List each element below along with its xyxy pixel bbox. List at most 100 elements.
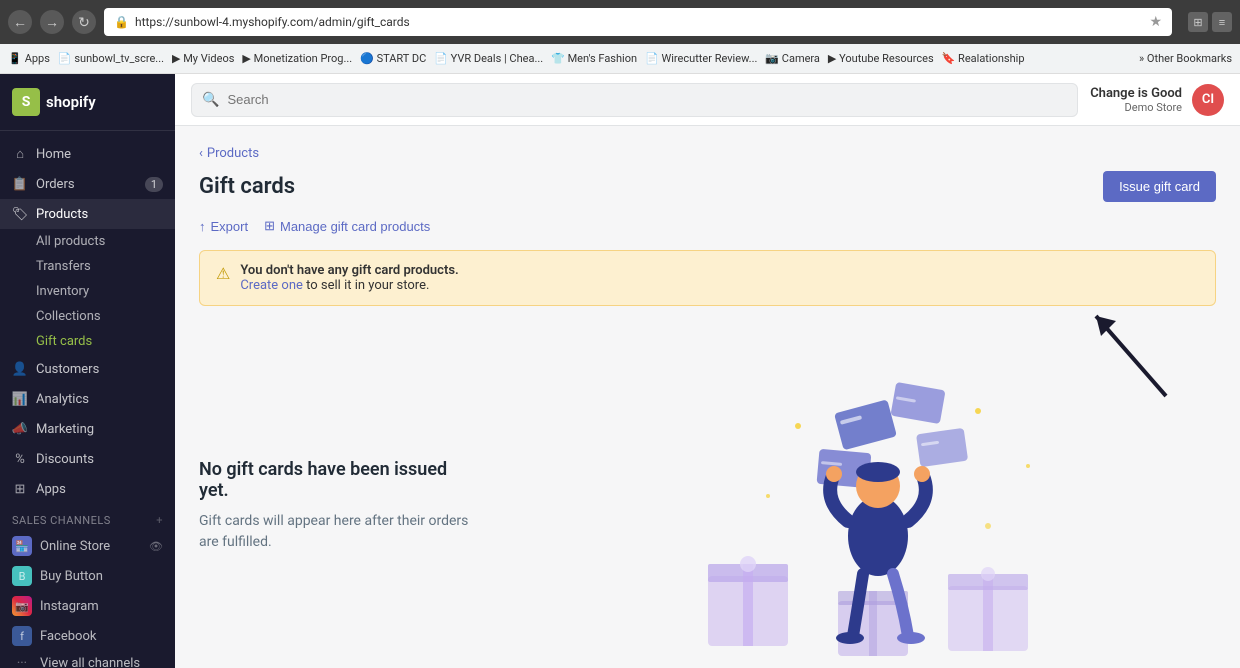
instagram-icon: 📷 (12, 596, 32, 616)
sidebar-item-marketing[interactable]: 📣 Marketing (0, 414, 175, 444)
breadcrumb-arrow: ‹ (199, 146, 203, 161)
sidebar-nav: ⌂ Home 📋 Orders 1 🏷 Products All product… (0, 131, 175, 668)
customers-icon: 👤 (12, 361, 28, 377)
sidebar-item-customers[interactable]: 👤 Customers (0, 354, 175, 384)
bookmark-videos[interactable]: ▶ My Videos (172, 52, 234, 65)
empty-state-description: Gift cards will appear here after their … (199, 511, 479, 553)
browser-chrome: ← → ↻ 🔒 https://sunbowl-4.myshopify.com/… (0, 0, 1240, 44)
sidebar-item-orders[interactable]: 📋 Orders 1 (0, 169, 175, 199)
bookmark-fashion[interactable]: 👕 Men's Fashion (551, 52, 637, 65)
collections-label: Collections (36, 309, 101, 324)
shopify-logo[interactable]: S shopify (12, 88, 96, 116)
alert-message: You don't have any gift card products. (240, 263, 458, 278)
page-title: Gift cards (199, 174, 295, 199)
user-avatar[interactable]: CI (1192, 84, 1224, 116)
empty-state-text: No gift cards have been issued yet. Gift… (199, 459, 479, 553)
sidebar-header: S shopify (0, 74, 175, 131)
sidebar-item-discounts[interactable]: % Discounts (0, 444, 175, 474)
view-all-channels-label: View all channels (40, 656, 140, 668)
channel-buy-button[interactable]: B Buy Button (0, 561, 175, 591)
sidebar-item-marketing-label: Marketing (36, 422, 94, 437)
sidebar-item-analytics[interactable]: 📊 Analytics (0, 384, 175, 414)
alert-banner: ⚠ You don't have any gift card products.… (199, 250, 1216, 306)
buy-button-label: Buy Button (40, 569, 103, 584)
forward-button[interactable]: → (40, 10, 64, 34)
empty-state-illustration (519, 346, 1216, 666)
facebook-icon: f (12, 626, 32, 646)
eye-icon: 👁 (149, 540, 163, 553)
sales-channels-title: SALES CHANNELS (12, 514, 111, 527)
search-icon: 🔍 (202, 92, 219, 108)
sidebar-item-customers-label: Customers (36, 362, 99, 377)
home-icon: ⌂ (12, 146, 28, 162)
bookmark-sunbowl[interactable]: 📄 sunbowl_tv_scre... (58, 52, 164, 65)
sales-channels-section: SALES CHANNELS + (0, 504, 175, 531)
empty-state-title: No gift cards have been issued yet. (199, 459, 479, 501)
channel-instagram[interactable]: 📷 Instagram (0, 591, 175, 621)
export-icon: ↑ (199, 219, 206, 234)
subnav-inventory[interactable]: Inventory (0, 279, 175, 304)
inventory-label: Inventory (36, 284, 89, 299)
bookmark-monetization[interactable]: ▶ Monetization Prog... (242, 52, 352, 65)
online-store-label: Online Store (40, 539, 110, 554)
manage-icon: ⊞ (264, 218, 275, 234)
discounts-icon: % (12, 451, 28, 467)
buy-button-icon: B (12, 566, 32, 586)
back-button[interactable]: ← (8, 10, 32, 34)
sidebar-item-orders-label: Orders (36, 177, 75, 192)
subnav-collections[interactable]: Collections (0, 304, 175, 329)
subnav-gift-cards[interactable]: Gift cards (0, 329, 175, 354)
sidebar-item-home[interactable]: ⌂ Home (0, 139, 175, 169)
refresh-button[interactable]: ↻ (72, 10, 96, 34)
bookmark-youtube[interactable]: ▶ Youtube Resources (828, 52, 934, 65)
export-label: Export (211, 219, 249, 234)
breadcrumb[interactable]: ‹ Products (199, 146, 1216, 161)
toolbar: ↑ Export ⊞ Manage gift card products (199, 218, 1216, 234)
sidebar-item-apps[interactable]: ⊞ Apps (0, 474, 175, 504)
online-store-icon: 🏪 (12, 536, 32, 556)
bookmark-startdc[interactable]: 🔵 START DC (360, 52, 426, 65)
page-header: Gift cards Issue gift card (199, 171, 1216, 202)
user-name: Change is Good (1090, 86, 1182, 101)
manage-label: Manage gift card products (280, 219, 430, 234)
search-bar[interactable]: 🔍 (191, 83, 1078, 117)
gift-cards-label: Gift cards (36, 334, 92, 349)
bookmark-yvr[interactable]: 📄 YVR Deals | Chea... (434, 52, 543, 65)
other-bookmarks[interactable]: » Other Bookmarks (1139, 52, 1232, 65)
bookmark-realationship[interactable]: 🔖 Realationship (942, 52, 1025, 65)
sidebar-item-analytics-label: Analytics (36, 392, 89, 407)
view-all-channels[interactable]: ··· View all channels (0, 651, 175, 668)
bookmark-camera[interactable]: 📷 Camera (765, 52, 820, 65)
user-store: Demo Store (1090, 101, 1182, 114)
subnav-transfers[interactable]: Transfers (0, 254, 175, 279)
sidebar-item-home-label: Home (36, 147, 71, 162)
orders-icon: 📋 (12, 176, 28, 192)
url-text: https://sunbowl-4.myshopify.com/admin/gi… (135, 15, 410, 29)
subnav-all-products[interactable]: All products (0, 229, 175, 254)
more-icon: ··· (12, 656, 32, 668)
url-bar[interactable]: 🔒 https://sunbowl-4.myshopify.com/admin/… (104, 8, 1172, 36)
marketing-icon: 📣 (12, 421, 28, 437)
sidebar-item-discounts-label: Discounts (36, 452, 94, 467)
channel-online-store[interactable]: 🏪 Online Store 👁 (0, 531, 175, 561)
main-content: ‹ Products Gift cards Issue gift card ↑ … (175, 126, 1240, 668)
facebook-label: Facebook (40, 629, 96, 644)
shopify-label: shopify (46, 93, 96, 111)
channel-facebook[interactable]: f Facebook (0, 621, 175, 651)
analytics-icon: 📊 (12, 391, 28, 407)
illustration-svg (678, 346, 1058, 666)
alert-text: You don't have any gift card products. C… (240, 263, 458, 293)
manage-gift-card-products-button[interactable]: ⊞ Manage gift card products (264, 218, 430, 234)
sidebar-item-products[interactable]: 🏷 Products (0, 199, 175, 229)
shopify-icon: S (12, 88, 40, 116)
issue-gift-card-button[interactable]: Issue gift card (1103, 171, 1216, 202)
bookmark-apps[interactable]: 📱 Apps (8, 52, 50, 65)
search-input[interactable] (227, 92, 1067, 107)
sidebar: S shopify ⌂ Home 📋 Orders 1 🏷 Products A… (0, 74, 175, 668)
bookmark-wirecutter[interactable]: 📄 Wirecutter Review... (645, 52, 757, 65)
all-products-label: All products (36, 234, 105, 249)
sidebar-item-products-label: Products (36, 207, 88, 222)
add-channel-icon[interactable]: + (156, 514, 163, 527)
alert-link[interactable]: Create one (240, 278, 303, 293)
export-button[interactable]: ↑ Export (199, 219, 248, 234)
